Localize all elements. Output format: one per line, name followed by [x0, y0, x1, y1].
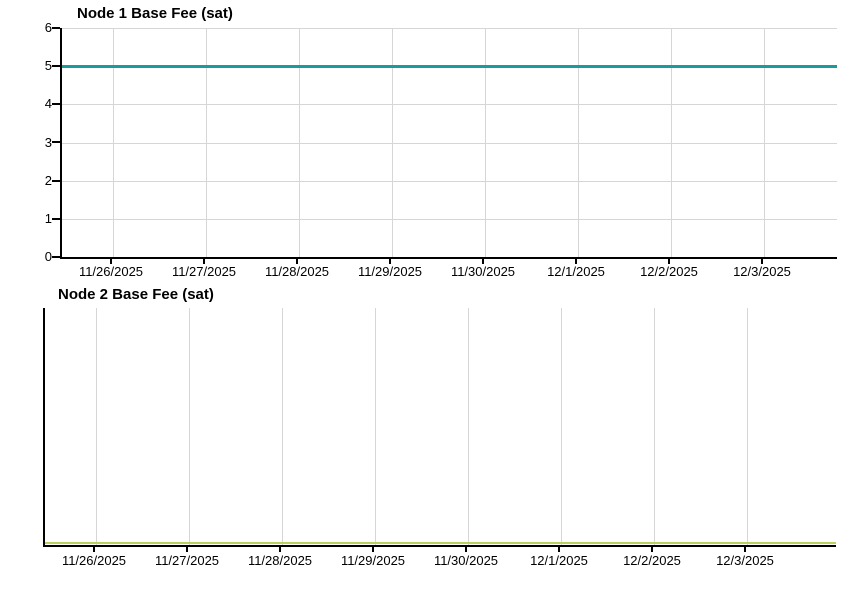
node1-y-axis-label: 1: [44, 211, 52, 226]
node1-gridline-horizontal: [62, 219, 837, 220]
node1-gridline-vertical: [113, 28, 114, 257]
node1-gridline-vertical: [578, 28, 579, 257]
node1-y-tick-mark: [52, 141, 60, 143]
node2-x-axis-label: 12/3/2025: [716, 553, 774, 568]
node2-x-tick-mark: [651, 547, 653, 552]
node1-y-axis-label: 4: [44, 96, 52, 111]
node2-gridline-vertical: [282, 308, 283, 545]
node1-x-axis-label: 11/29/2025: [357, 264, 423, 279]
node1-gridline-vertical: [299, 28, 300, 257]
node1-y-axis-label: 5: [44, 58, 52, 73]
node1-x-axis-label: 12/2/2025: [640, 264, 698, 279]
node2-gridline-vertical: [189, 308, 190, 545]
node1-y-tick-mark: [52, 103, 60, 105]
node2-gridline-vertical: [375, 308, 376, 545]
node2-x-tick-mark: [372, 547, 374, 552]
node1-x-axis-label: 11/30/2025: [450, 264, 516, 279]
node1-gridline-vertical: [764, 28, 765, 257]
node1-y-axis-label: 6: [44, 20, 52, 35]
node2-x-tick-mark: [93, 547, 95, 552]
node2-x-tick-mark: [465, 547, 467, 552]
node1-series-line: [62, 65, 837, 68]
node1-y-axis-label: 3: [44, 135, 52, 150]
node2-x-axis-label: 11/28/2025: [247, 553, 313, 568]
node1-y-tick-mark: [52, 180, 60, 182]
node1-x-axis-label: 11/27/2025: [171, 264, 237, 279]
node1-chart-title: Node 1 Base Fee (sat): [77, 5, 233, 22]
node1-gridline-vertical: [671, 28, 672, 257]
node2-x-axis-label: 12/2/2025: [623, 553, 681, 568]
node2-x-axis-label: 11/29/2025: [340, 553, 406, 568]
node1-y-tick-mark: [52, 27, 60, 29]
node2-x-tick-mark: [558, 547, 560, 552]
node2-x-axis-label: 12/1/2025: [530, 553, 588, 568]
node1-gridline-vertical: [206, 28, 207, 257]
dashboard-page: Node 1 Base Fee (sat) 6 5 4 3 2 1 0 11/2…: [0, 0, 860, 600]
node2-series-line: [45, 542, 836, 544]
node1-x-axis-label: 11/28/2025: [264, 264, 330, 279]
node2-x-tick-mark: [186, 547, 188, 552]
node2-gridline-vertical: [654, 308, 655, 545]
node2-plot-area: [43, 308, 836, 547]
node1-y-tick-mark: [52, 218, 60, 220]
node1-plot-area: [60, 28, 837, 259]
node2-gridline-vertical: [561, 308, 562, 545]
node1-y-axis-label: 0: [44, 249, 52, 264]
node1-gridline-vertical: [392, 28, 393, 257]
node1-x-axis-label: 12/1/2025: [547, 264, 605, 279]
node1-gridline-horizontal: [62, 181, 837, 182]
node2-x-axis-label: 11/27/2025: [154, 553, 220, 568]
node2-x-tick-mark: [744, 547, 746, 552]
node2-x-tick-mark: [279, 547, 281, 552]
node2-gridline-vertical: [468, 308, 469, 545]
node2-gridline-vertical: [747, 308, 748, 545]
node2-gridline-vertical: [96, 308, 97, 545]
node2-x-axis-label: 11/26/2025: [61, 553, 127, 568]
node1-y-tick-mark: [52, 65, 60, 67]
node1-y-axis-label: 2: [44, 173, 52, 188]
node2-x-axis-label: 11/30/2025: [433, 553, 499, 568]
node1-x-axis-label: 12/3/2025: [733, 264, 791, 279]
node1-gridline-horizontal: [62, 28, 837, 29]
node1-gridline-vertical: [485, 28, 486, 257]
node2-chart-title: Node 2 Base Fee (sat): [58, 286, 214, 303]
node1-x-axis-label: 11/26/2025: [78, 264, 144, 279]
node1-y-tick-mark: [52, 256, 60, 258]
node1-gridline-horizontal: [62, 143, 837, 144]
node1-gridline-horizontal: [62, 104, 837, 105]
